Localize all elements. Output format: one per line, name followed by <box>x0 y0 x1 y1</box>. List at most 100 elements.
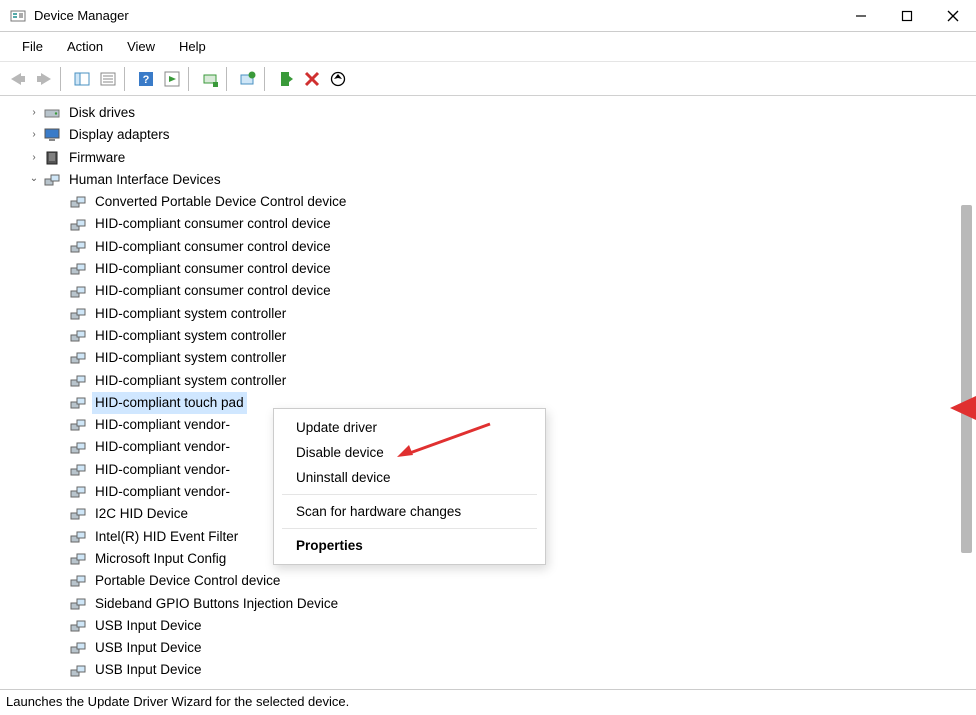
tree-item-hid-child[interactable]: HID-compliant system controller <box>10 370 976 392</box>
tree-item-label: HID-compliant touch pad <box>92 392 247 414</box>
hid-device-icon <box>70 217 86 233</box>
tree-item-hid-child[interactable]: USB Input Device <box>10 637 976 659</box>
menu-bar: File Action View Help <box>0 32 976 62</box>
chevron-right-icon[interactable]: › <box>28 124 40 146</box>
hid-device-icon <box>70 395 86 411</box>
tree-item-hid-child[interactable]: USB Input Device <box>10 615 976 637</box>
tree-item-label: Converted Portable Device Control device <box>92 191 349 213</box>
tree-item-hid-child[interactable]: HID-compliant system controller <box>10 325 976 347</box>
toolbar-separator <box>124 67 130 91</box>
menu-file[interactable]: File <box>10 35 55 58</box>
annotation-triangle <box>944 396 976 420</box>
status-bar: Launches the Update Driver Wizard for th… <box>0 689 976 715</box>
menu-help[interactable]: Help <box>167 35 218 58</box>
hid-device-icon <box>70 551 86 567</box>
device-tree-area: › Disk drives › Display adapters › Firmw… <box>0 97 976 687</box>
hid-category-icon <box>44 172 60 188</box>
tree-item-hid-child[interactable]: HID-compliant consumer control device <box>10 258 976 280</box>
toolbar: ? <box>0 62 976 96</box>
tree-item-label: HID-compliant consumer control device <box>92 213 334 235</box>
chevron-right-icon[interactable]: › <box>28 147 40 169</box>
disable-toolbar-button[interactable] <box>274 67 298 91</box>
hid-device-icon <box>70 640 86 656</box>
hid-device-icon <box>70 663 86 679</box>
tree-item-label: HID-compliant system controller <box>92 347 289 369</box>
hid-device-icon <box>70 239 86 255</box>
tree-item-label: HID-compliant vendor- <box>92 436 233 458</box>
hid-device-icon <box>70 440 86 456</box>
update-driver-toolbar-button[interactable] <box>236 67 260 91</box>
toolbar-separator <box>226 67 232 91</box>
toolbar-separator <box>264 67 270 91</box>
enable-device-toolbar-button[interactable] <box>198 67 222 91</box>
svg-text:?: ? <box>143 74 150 86</box>
tree-item-hid-child[interactable]: HID-compliant system controller <box>10 347 976 369</box>
hid-device-icon <box>70 462 86 478</box>
hid-device-icon <box>70 596 86 612</box>
tree-item-label: Sideband GPIO Buttons Injection Device <box>92 593 341 615</box>
tree-item-hid[interactable]: ⌄ Human Interface Devices <box>10 169 976 191</box>
action-toolbar-button[interactable] <box>160 67 184 91</box>
uninstall-toolbar-button[interactable] <box>300 67 324 91</box>
tree-item-label: HID-compliant consumer control device <box>92 236 334 258</box>
hid-device-icon <box>70 573 86 589</box>
window-title: Device Manager <box>34 8 129 23</box>
hid-device-icon <box>70 529 86 545</box>
tree-item-label: Microsoft Input Config <box>92 548 229 570</box>
context-scan-hardware[interactable]: Scan for hardware changes <box>274 499 545 524</box>
back-button[interactable] <box>6 67 30 91</box>
scan-hardware-toolbar-button[interactable] <box>326 67 350 91</box>
status-text: Launches the Update Driver Wizard for th… <box>6 694 349 709</box>
app-icon <box>10 8 26 24</box>
tree-item-hid-child[interactable]: Portable Device Control device <box>10 570 976 592</box>
tree-item-label: HID-compliant vendor- <box>92 459 233 481</box>
tree-item-label: USB Input Device <box>92 659 205 681</box>
tree-item-label: USB Input Device <box>92 615 205 637</box>
hid-device-icon <box>70 328 86 344</box>
tree-item-hid-child[interactable]: Converted Portable Device Control device <box>10 191 976 213</box>
chevron-down-icon[interactable]: ⌄ <box>28 168 40 190</box>
close-button[interactable] <box>930 0 976 32</box>
tree-item-label: HID-compliant vendor- <box>92 414 233 436</box>
tree-item-hid-child[interactable]: HID-compliant consumer control device <box>10 236 976 258</box>
tree-item-label: HID-compliant consumer control device <box>92 258 334 280</box>
tree-item-label: Firmware <box>66 147 128 169</box>
tree-item-hid-child[interactable]: HID-compliant system controller <box>10 303 976 325</box>
context-uninstall-device[interactable]: Uninstall device <box>274 465 545 490</box>
chevron-right-icon[interactable]: › <box>28 102 40 124</box>
window-controls <box>838 0 976 32</box>
forward-button[interactable] <box>32 67 56 91</box>
tree-item-label: HID-compliant system controller <box>92 303 289 325</box>
menu-view[interactable]: View <box>115 35 167 58</box>
tree-item-hid-child[interactable]: Sideband GPIO Buttons Injection Device <box>10 593 976 615</box>
help-toolbar-button[interactable]: ? <box>134 67 158 91</box>
properties-toolbar-button[interactable] <box>96 67 120 91</box>
tree-item-label: Intel(R) HID Event Filter <box>92 526 241 548</box>
hid-device-icon <box>70 618 86 634</box>
hid-device-icon <box>70 484 86 500</box>
tree-item-display-adapters[interactable]: › Display adapters <box>10 124 976 146</box>
maximize-button[interactable] <box>884 0 930 32</box>
tree-item-label: I2C HID Device <box>92 503 191 525</box>
tree-item-firmware[interactable]: › Firmware <box>10 147 976 169</box>
show-hide-console-tree-button[interactable] <box>70 67 94 91</box>
display-icon <box>44 127 60 143</box>
scrollbar-thumb[interactable] <box>961 205 972 553</box>
firmware-icon <box>44 150 60 166</box>
minimize-button[interactable] <box>838 0 884 32</box>
menu-action[interactable]: Action <box>55 35 115 58</box>
hid-device-icon <box>70 373 86 389</box>
tree-item-label: Display adapters <box>66 124 173 146</box>
context-properties[interactable]: Properties <box>274 533 545 558</box>
hid-device-icon <box>70 506 86 522</box>
hid-device-icon <box>70 284 86 300</box>
device-tree[interactable]: › Disk drives › Display adapters › Firmw… <box>0 97 976 682</box>
tree-item-label: HID-compliant system controller <box>92 370 289 392</box>
hid-device-icon <box>70 306 86 322</box>
tree-item-label: Disk drives <box>66 102 138 124</box>
tree-item-label: Human Interface Devices <box>66 169 224 191</box>
tree-item-hid-child[interactable]: USB Input Device <box>10 659 976 681</box>
tree-item-hid-child[interactable]: HID-compliant consumer control device <box>10 213 976 235</box>
tree-item-disk-drives[interactable]: › Disk drives <box>10 102 976 124</box>
tree-item-hid-child[interactable]: HID-compliant consumer control device <box>10 280 976 302</box>
